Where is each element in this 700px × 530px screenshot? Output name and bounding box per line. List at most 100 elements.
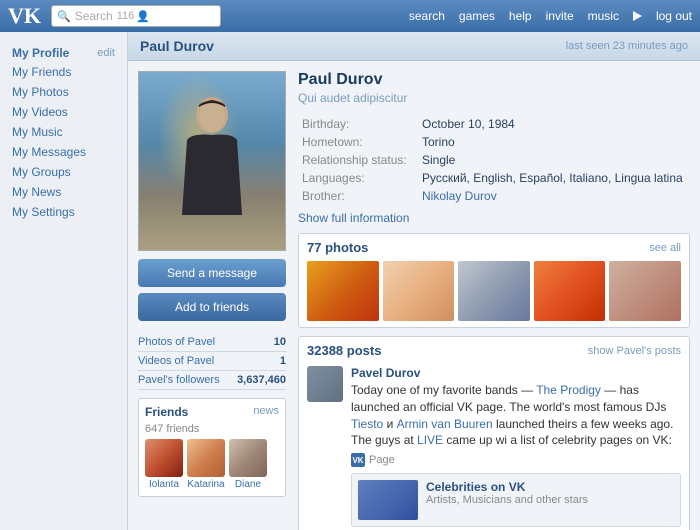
photo-thumb-2[interactable] [383, 261, 455, 321]
post-author-name[interactable]: Pavel Durov [351, 366, 681, 380]
post-text: Today one of my favorite bands — The Pro… [351, 382, 681, 449]
friends-box-header: Friends news [145, 405, 279, 419]
nav-logout[interactable]: log out [656, 9, 692, 23]
photo-thumb-3[interactable] [458, 261, 530, 321]
followers-stat-label[interactable]: Pavel's followers [138, 374, 220, 386]
videos-stat-value: 1 [280, 355, 286, 367]
photos-stat-label[interactable]: Photos of Pavel [138, 336, 215, 348]
sidebar: My Profile edit My Friends My Photos My … [0, 32, 128, 530]
nav-invite[interactable]: invite [546, 9, 574, 23]
hometown-value: Torino [418, 133, 690, 151]
main-layout: My Profile edit My Friends My Photos My … [0, 32, 700, 530]
nav-games[interactable]: games [459, 9, 495, 23]
posts-title: 32388 posts [307, 343, 381, 358]
embedded-card-text: Celebrities on VK Artists, Musicians and… [426, 480, 588, 520]
photo-thumb-5[interactable] [609, 261, 681, 321]
embedded-card-subtitle: Artists, Musicians and other stars [426, 494, 588, 506]
friends-count: 647 friends [145, 423, 279, 435]
brother-link[interactable]: Nikolay Durov [422, 189, 497, 203]
videos-stat: Videos of Pavel 1 [138, 352, 286, 371]
search-count: 116 [117, 10, 135, 22]
friends-avatars: Iolanta Katarina Diane [145, 439, 279, 490]
friend-name-iolanta: Iolanta [145, 479, 183, 490]
relationship-label: Relationship status: [298, 151, 418, 169]
profile-right-column: Paul Durov Qui audet adipiscitur Birthda… [298, 71, 690, 530]
profile-content: Paul Durov last seen 23 minutes ago [128, 32, 700, 530]
friend-iolanta[interactable]: Iolanta [145, 439, 183, 490]
friends-title: Friends [145, 405, 188, 419]
info-row-languages: Languages: Русский, English, Español, It… [298, 169, 690, 187]
armin-link[interactable]: Armin van Buuren [397, 417, 493, 431]
followers-stat: Pavel's followers 3,637,460 [138, 371, 286, 390]
sidebar-item-friends[interactable]: My Friends [0, 62, 127, 82]
friend-name-katarina: Katarina [187, 479, 225, 490]
friend-name-diane: Diane [229, 479, 267, 490]
post-text-1: Today one of my favorite bands — [351, 383, 536, 397]
photos-section: 77 photos see all [298, 233, 690, 328]
sidebar-item-settings[interactable]: My Settings [0, 202, 127, 222]
sidebar-profile-header: My Profile edit [0, 40, 127, 62]
profile-info-table: Birthday: October 10, 1984 Hometown: Tor… [298, 115, 690, 205]
profile-header-bar: Paul Durov last seen 23 minutes ago [128, 32, 700, 61]
add-friends-button[interactable]: Add to friends [138, 293, 286, 321]
profile-display-name: Paul Durov [298, 71, 690, 89]
languages-value: Русский, English, Español, Italiano, Lin… [418, 169, 690, 187]
sidebar-item-messages[interactable]: My Messages [0, 142, 127, 162]
sidebar-item-groups[interactable]: My Groups [0, 162, 127, 182]
sidebar-profile-label[interactable]: My Profile [12, 46, 69, 60]
birthday-label: Birthday: [298, 115, 418, 133]
birthday-value: October 10, 1984 [418, 115, 690, 133]
profile-header-name: Paul Durov [140, 38, 214, 54]
post-author-avatar [307, 366, 343, 402]
sidebar-edit-link[interactable]: edit [97, 47, 115, 59]
brother-value: Nikolay Durov [418, 187, 690, 205]
photos-see-all-link[interactable]: see all [649, 242, 681, 254]
profile-tagline: Qui audet adipiscitur [298, 91, 690, 105]
photo-thumb-1[interactable] [307, 261, 379, 321]
nav-search[interactable]: search [409, 9, 445, 23]
posts-header: 32388 posts show Pavel's posts [307, 343, 681, 358]
info-row-hometown: Hometown: Torino [298, 133, 690, 151]
photos-title: 77 photos [307, 240, 368, 255]
photos-strip [307, 261, 681, 321]
page-icon: VK [351, 453, 365, 467]
send-message-button[interactable]: Send a message [138, 259, 286, 287]
videos-stat-label[interactable]: Videos of Pavel [138, 355, 214, 367]
sidebar-item-videos[interactable]: My Videos [0, 102, 127, 122]
languages-label: Languages: [298, 169, 418, 187]
friend-avatar-iolanta [145, 439, 183, 477]
nav-help[interactable]: help [509, 9, 532, 23]
search-box[interactable]: 🔍 Search 116 👤 [51, 5, 221, 27]
show-full-link[interactable]: Show full information [298, 211, 690, 225]
post-text-3: и [383, 417, 396, 431]
posts-show-link[interactable]: show Pavel's posts [588, 345, 681, 357]
live-link[interactable]: LIVE [417, 433, 443, 447]
friends-box: Friends news 647 friends Iolanta Katarin… [138, 398, 286, 497]
embedded-card-title: Celebrities on VK [426, 480, 588, 494]
photos-stat-value: 10 [274, 336, 286, 348]
nav-music[interactable]: music [588, 9, 619, 23]
friend-diane[interactable]: Diane [229, 439, 267, 490]
photos-stat: Photos of Pavel 10 [138, 333, 286, 352]
embedded-card-image [358, 480, 418, 520]
followers-stat-value: 3,637,460 [237, 374, 286, 386]
profile-body: Send a message Add to friends Photos of … [128, 61, 700, 530]
profile-left-column: Send a message Add to friends Photos of … [138, 71, 286, 530]
page-icon-wrap: VK Page [351, 453, 681, 467]
sidebar-item-music[interactable]: My Music [0, 122, 127, 142]
photo-thumb-4[interactable] [534, 261, 606, 321]
prodigy-link[interactable]: The Prodigy [536, 383, 601, 397]
friend-katarina[interactable]: Katarina [187, 439, 225, 490]
vk-logo[interactable]: VK [8, 5, 41, 27]
play-icon[interactable] [633, 11, 642, 21]
person-silhouette [172, 95, 252, 250]
friends-news-link[interactable]: news [253, 405, 279, 419]
embedded-card[interactable]: Celebrities on VK Artists, Musicians and… [351, 473, 681, 527]
sidebar-item-news[interactable]: My News [0, 182, 127, 202]
tiesto-link[interactable]: Tiesto [351, 417, 383, 431]
post-item: Pavel Durov Today one of my favorite ban… [307, 366, 681, 530]
relationship-value: Single [418, 151, 690, 169]
sidebar-item-photos[interactable]: My Photos [0, 82, 127, 102]
user-icon: 👤 [136, 10, 150, 23]
last-seen-status: last seen 23 minutes ago [566, 40, 688, 52]
